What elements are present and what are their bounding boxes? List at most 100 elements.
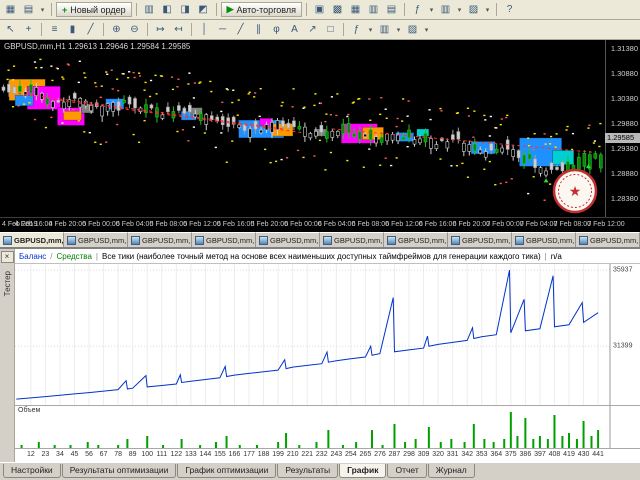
candle-body xyxy=(314,131,318,137)
template-list-arrow-icon[interactable]: ▾ xyxy=(422,22,431,37)
trade-marker xyxy=(247,93,250,95)
candle-body xyxy=(489,143,494,151)
chart-shift-icon[interactable]: ↤ xyxy=(170,22,187,37)
candle-body xyxy=(396,134,400,142)
trade-marker xyxy=(220,132,223,134)
trade-marker xyxy=(133,76,136,79)
chart-tab[interactable]: GBPUSD,mm,H1 (visual) xyxy=(576,232,640,247)
trade-marker xyxy=(176,86,179,88)
trade-marker xyxy=(532,148,535,151)
chart-tab-bar: GBPUSD,mm,H1 GBPUSD,mm,M15 (visual) GBPUSD… xyxy=(0,232,640,248)
tester-tab-1[interactable]: Настройки xyxy=(3,464,61,478)
trade-marker xyxy=(193,82,196,84)
templates-icon[interactable]: ▨ xyxy=(465,2,482,17)
chart-tab[interactable]: GBPUSD,mm,H4 (visual) xyxy=(448,232,512,247)
trade-marker xyxy=(599,122,602,125)
chart-window-icon[interactable]: ▥ xyxy=(141,2,158,17)
trade-marker xyxy=(177,78,180,80)
trade-marker xyxy=(61,76,64,78)
trade-marker xyxy=(105,71,108,73)
trade-marker xyxy=(396,117,399,120)
balance-graph[interactable]: 35937 31399 xyxy=(15,264,640,405)
time-axis-label: 7 Feb 04:00 xyxy=(519,221,558,228)
terminal-icon[interactable]: ◨ xyxy=(177,2,194,17)
profiles-icon[interactable]: ▤ xyxy=(20,2,37,17)
strategy-tester-icon[interactable]: ◩ xyxy=(195,2,212,17)
trendline-icon[interactable]: ╱ xyxy=(232,22,249,37)
trade-marker xyxy=(285,157,289,159)
autotrade-button[interactable]: ▶ Авто-торговля xyxy=(220,2,302,17)
tester-tab-4[interactable]: Результаты xyxy=(277,464,339,478)
candle-body xyxy=(248,128,252,138)
candle-body xyxy=(67,99,72,107)
chart-tab[interactable]: GBPUSD,mm,H1 (visual) xyxy=(256,232,320,247)
trade-marker xyxy=(138,72,141,74)
periods-arrow-icon[interactable]: ▾ xyxy=(455,2,464,17)
price-axis-label: 1.30380 xyxy=(610,94,638,103)
vertical-line-icon[interactable]: │ xyxy=(196,22,213,37)
periods-icon[interactable]: ▥ xyxy=(437,2,454,17)
fibonacci-icon[interactable]: φ xyxy=(268,22,285,37)
tester-tab-3[interactable]: График оптимизации xyxy=(177,464,277,478)
arrow-objects-icon[interactable]: ↗ xyxy=(304,22,321,37)
auto-scroll-icon[interactable]: ↦ xyxy=(152,22,169,37)
tester-tab-6[interactable]: Отчет xyxy=(387,464,427,478)
candles-chart-icon[interactable]: ▮ xyxy=(64,22,81,37)
time-axis-label: 5 Feb 12:00 xyxy=(183,221,221,228)
templates-arrow-icon[interactable]: ▾ xyxy=(483,2,492,17)
new-chart-icon[interactable]: ▦ xyxy=(2,2,19,17)
new-order-button[interactable]: + Новый ордер xyxy=(56,2,132,17)
trade-marker xyxy=(143,119,146,122)
tile-vertically-icon[interactable]: ▥ xyxy=(365,2,382,17)
crosshair-icon[interactable]: + xyxy=(20,22,37,37)
trade-marker xyxy=(116,78,119,80)
tester-side-bar: × Тестер xyxy=(0,249,15,462)
chart-tab[interactable]: GBPUSD,mm,M15 (visual) xyxy=(128,232,192,247)
chart-tab[interactable]: GBPUSD,mm,H4 (visual) xyxy=(384,232,448,247)
indicator-list-icon[interactable]: ƒ xyxy=(348,22,365,37)
trade-marker xyxy=(143,89,146,91)
template-list-icon[interactable]: ▨ xyxy=(404,22,421,37)
tester-tab-2[interactable]: Результаты оптимизации xyxy=(61,464,177,478)
chart-tab-icon xyxy=(67,235,76,245)
tester-tab-5[interactable]: График xyxy=(339,464,387,478)
shapes-icon[interactable]: □ xyxy=(322,22,339,37)
candle-body xyxy=(401,137,406,140)
chart-tab[interactable]: GBPUSD,mm,M15 (visual) xyxy=(192,232,256,247)
trade-marker xyxy=(302,156,305,159)
profiles-arrow-icon[interactable]: ▾ xyxy=(38,2,47,17)
chart-tab[interactable]: GBPUSD,mm,M15 (visual) xyxy=(64,232,128,247)
text-label-icon[interactable]: A xyxy=(286,22,303,37)
trade-marker xyxy=(160,75,164,77)
new-window-icon[interactable]: ▣ xyxy=(311,2,328,17)
candle-body xyxy=(122,99,126,103)
close-tester-button[interactable]: × xyxy=(0,251,14,263)
chart-tab[interactable]: GBPUSD,mm,H4 (visual) xyxy=(512,232,576,247)
help-icon[interactable]: ? xyxy=(501,2,518,17)
timeframes-arrow-icon[interactable]: ▾ xyxy=(394,22,403,37)
candle-body xyxy=(281,120,285,128)
chart-tab[interactable]: GBPUSD,mm,H1 (visual) xyxy=(320,232,384,247)
indicators-icon[interactable]: ƒ xyxy=(409,2,426,17)
zoom-in-icon[interactable]: ⊕ xyxy=(108,22,125,37)
timeframes-icon[interactable]: ▥ xyxy=(376,22,393,37)
price-chart-window[interactable]: GBPUSD,mm,H1 1.29613 1.29646 1.29584 1.2… xyxy=(0,40,640,232)
bars-chart-icon[interactable]: ≡ xyxy=(46,22,63,37)
candle-body xyxy=(390,134,395,141)
cursor-icon[interactable]: ↖ xyxy=(2,22,19,37)
navigator-icon[interactable]: ◧ xyxy=(159,2,176,17)
indicator-list-arrow-icon[interactable]: ▾ xyxy=(366,22,375,37)
channel-icon[interactable]: ∥ xyxy=(250,22,267,37)
candle-body xyxy=(259,129,263,134)
zoom-out-icon[interactable]: ⊖ xyxy=(126,22,143,37)
tester-tab-7[interactable]: Журнал xyxy=(427,464,475,478)
trade-marker xyxy=(192,126,195,128)
indicators-arrow-icon[interactable]: ▾ xyxy=(427,2,436,17)
horizontal-line-icon[interactable]: ─ xyxy=(214,22,231,37)
candle-body xyxy=(582,153,587,167)
line-chart-icon[interactable]: ╱ xyxy=(82,22,99,37)
arrange-icons-icon[interactable]: ▤ xyxy=(383,2,400,17)
tile-horizontally-icon[interactable]: ▦ xyxy=(347,2,364,17)
chart-tab[interactable]: GBPUSD,mm,H1 xyxy=(0,232,64,247)
cascade-windows-icon[interactable]: ▩ xyxy=(329,2,346,17)
